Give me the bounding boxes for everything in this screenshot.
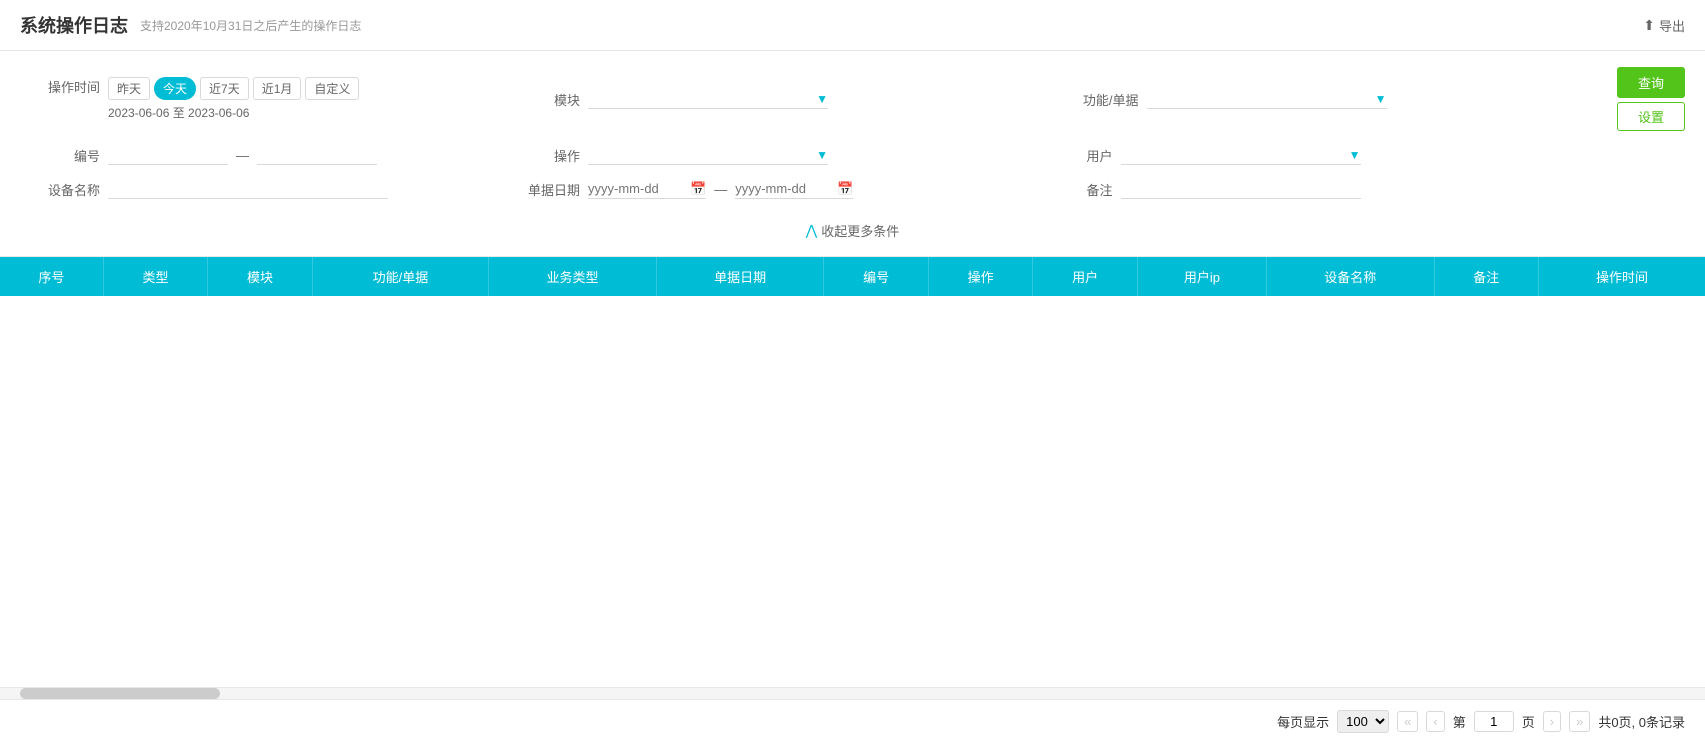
user-chevron-icon: ▼ xyxy=(1349,148,1361,162)
col-index: 序号 xyxy=(0,257,103,296)
function-select[interactable]: ▼ xyxy=(1147,89,1387,109)
date-to-input[interactable] xyxy=(735,179,835,198)
operation-input[interactable] xyxy=(588,147,812,162)
time-btn-yesterday[interactable]: 昨天 xyxy=(108,77,150,100)
calendar-from-icon[interactable]: 📅 xyxy=(690,181,706,197)
table-header-row: 序号 类型 模块 功能/单据 业务类型 单据日期 编号 操作 用户 用户ip 设… xyxy=(0,257,1705,296)
remark-label: 备注 xyxy=(1033,180,1113,199)
time-btn-custom[interactable]: 自定义 xyxy=(305,77,359,100)
page-prefix: 第 xyxy=(1453,712,1466,731)
table-container: 序号 类型 模块 功能/单据 业务类型 单据日期 编号 操作 用户 用户ip 设… xyxy=(0,257,1705,687)
collapse-row: ⋀ 收起更多条件 xyxy=(20,213,1685,248)
collapse-chevron-icon: ⋀ xyxy=(806,222,817,239)
pagination-bar: 每页显示 100 50 200 « ‹ 第 页 › » 共0页, 0条记录 xyxy=(0,699,1705,743)
col-remark: 备注 xyxy=(1434,257,1538,296)
user-label: 用户 xyxy=(1033,146,1113,165)
col-user: 用户 xyxy=(1033,257,1137,296)
operation-select[interactable]: ▼ xyxy=(588,145,828,165)
page-suffix: 页 xyxy=(1522,712,1535,731)
col-type: 类型 xyxy=(103,257,207,296)
query-button[interactable]: 查询 xyxy=(1617,67,1685,98)
collapse-button[interactable]: ⋀ 收起更多条件 xyxy=(806,221,900,240)
data-table: 序号 类型 模块 功能/单据 业务类型 单据日期 编号 操作 用户 用户ip 设… xyxy=(0,257,1705,296)
last-page-button[interactable]: » xyxy=(1569,711,1590,732)
first-page-button[interactable]: « xyxy=(1397,711,1418,732)
code-from-input[interactable] xyxy=(108,145,228,165)
page-size-label: 每页显示 xyxy=(1277,712,1329,731)
operation-time-label: 操作时间 xyxy=(20,77,100,96)
voucher-date-label: 单据日期 xyxy=(500,180,580,199)
col-function: 功能/单据 xyxy=(312,257,488,296)
next-page-button[interactable]: › xyxy=(1543,711,1561,732)
col-code: 编号 xyxy=(824,257,928,296)
export-icon: ⬆ xyxy=(1643,17,1655,34)
page-title: 系统操作日志 xyxy=(20,12,128,38)
page-subtitle: 支持2020年10月31日之后产生的操作日志 xyxy=(140,17,361,34)
total-info: 共0页, 0条记录 xyxy=(1598,712,1685,731)
time-btn-today[interactable]: 今天 xyxy=(154,77,196,100)
date-from-wrapper: 📅 xyxy=(588,179,706,199)
col-voucher-date: 单据日期 xyxy=(656,257,824,296)
time-btn-1month[interactable]: 近1月 xyxy=(253,77,302,100)
export-button[interactable]: ⬆ 导出 xyxy=(1643,16,1685,35)
prev-page-button[interactable]: ‹ xyxy=(1426,711,1444,732)
time-filter-group: 昨天 今天 近7天 近1月 自定义 xyxy=(108,77,359,100)
filter-area: 操作时间 昨天 今天 近7天 近1月 自定义 2023-06-06 至 2023… xyxy=(0,51,1705,257)
page-size-select[interactable]: 100 50 200 xyxy=(1337,710,1389,733)
export-label: 导出 xyxy=(1659,16,1685,35)
empty-state xyxy=(0,296,1705,646)
date-to-wrapper: 📅 xyxy=(735,179,853,199)
code-to-input[interactable] xyxy=(257,145,377,165)
module-label: 模块 xyxy=(500,90,580,109)
scrollbar-area[interactable] xyxy=(0,687,1705,699)
operation-label: 操作 xyxy=(500,146,580,165)
module-input[interactable] xyxy=(588,91,812,106)
time-range-text: 2023-06-06 至 2023-06-06 xyxy=(108,104,359,121)
action-buttons: 查询 设置 xyxy=(1617,67,1685,131)
collapse-label: 收起更多条件 xyxy=(821,221,899,240)
function-input[interactable] xyxy=(1147,91,1371,106)
col-operation-time: 操作时间 xyxy=(1539,257,1705,296)
calendar-to-icon[interactable]: 📅 xyxy=(837,181,853,197)
user-select[interactable]: ▼ xyxy=(1121,145,1361,165)
col-device: 设备名称 xyxy=(1266,257,1434,296)
col-business-type: 业务类型 xyxy=(489,257,657,296)
scrollbar-thumb[interactable] xyxy=(20,688,220,699)
settings-button[interactable]: 设置 xyxy=(1617,102,1685,131)
date-dash: — xyxy=(714,182,727,197)
time-btn-7days[interactable]: 近7天 xyxy=(200,77,249,100)
code-label: 编号 xyxy=(20,146,100,165)
device-label: 设备名称 xyxy=(20,180,100,199)
module-chevron-icon: ▼ xyxy=(816,92,828,106)
col-user-ip: 用户ip xyxy=(1137,257,1266,296)
function-label: 功能/单据 xyxy=(1059,90,1139,109)
page-number-input[interactable] xyxy=(1474,711,1514,732)
remark-input[interactable] xyxy=(1121,179,1361,199)
col-operation: 操作 xyxy=(928,257,1032,296)
function-chevron-icon: ▼ xyxy=(1375,92,1387,106)
module-select[interactable]: ▼ xyxy=(588,89,828,109)
device-input[interactable] xyxy=(108,179,388,199)
user-input[interactable] xyxy=(1121,147,1345,162)
operation-chevron-icon: ▼ xyxy=(816,148,828,162)
date-from-input[interactable] xyxy=(588,179,688,198)
col-module: 模块 xyxy=(208,257,312,296)
code-dash: — xyxy=(236,148,249,163)
